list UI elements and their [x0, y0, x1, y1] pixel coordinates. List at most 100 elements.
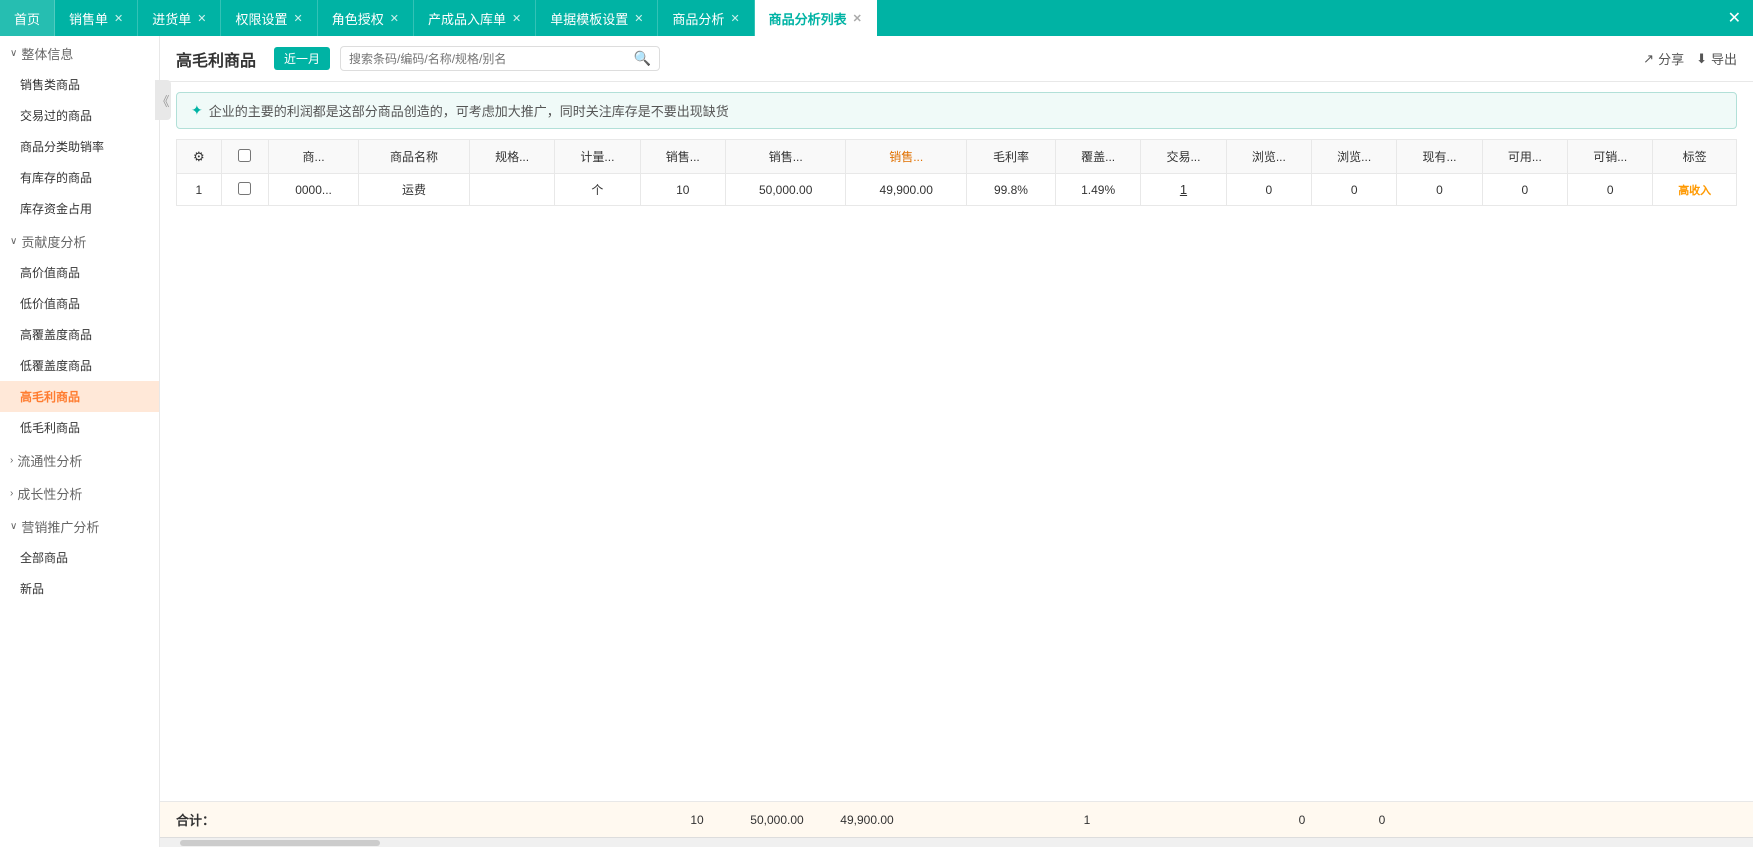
cell-code: 0000... [268, 174, 358, 206]
tab-item[interactable]: 商品分析 ✕ [658, 0, 754, 36]
col-code[interactable]: 商... [268, 140, 358, 174]
tab-close-icon[interactable]: ✕ [853, 12, 862, 25]
search-icon[interactable]: 🔍 [634, 50, 651, 67]
sidebar-item[interactable]: 销售类商品 [0, 69, 159, 100]
sidebar-item[interactable]: 高毛利商品 [0, 381, 159, 412]
select-all-checkbox[interactable] [238, 149, 251, 162]
date-filter-button[interactable]: 近一月 [274, 47, 330, 70]
col-spec[interactable]: 规格... [469, 140, 554, 174]
bottom-scrollbar[interactable] [160, 837, 1753, 847]
footer-coverage-space [982, 813, 1052, 827]
info-text: 企业的主要的利润都是这部分商品创造的，可考虑加大推广，同时关注库存是不要出现缺货 [209, 101, 729, 120]
sidebar-item[interactable]: 商品分类助销率 [0, 131, 159, 162]
group-arrow-icon: ∨ [10, 236, 17, 247]
sidebar-collapse-button[interactable]: 《 [155, 80, 171, 120]
col-tag[interactable]: 标签 [1653, 140, 1737, 174]
group-arrow-icon: › [10, 455, 13, 466]
sidebar-group-header[interactable]: ›成长性分析 [0, 476, 159, 509]
sidebar-item[interactable]: 低毛利商品 [0, 412, 159, 443]
collapse-icon: 《 [156, 91, 169, 110]
cell-coverage: 1.49% [1055, 174, 1140, 206]
tab-close-icon[interactable]: ✕ [390, 12, 399, 25]
tab-close-icon[interactable]: ✕ [634, 12, 643, 25]
tab-item[interactable]: 进货单 ✕ [138, 0, 221, 36]
col-check[interactable] [221, 140, 268, 174]
tab-item[interactable]: 权限设置✕ [221, 0, 317, 36]
sidebar-item[interactable]: 高覆盖度商品 [0, 319, 159, 350]
tab-item[interactable]: 商品分析列表 ✕ [755, 0, 877, 36]
col-browse2[interactable]: 浏览... [1312, 140, 1397, 174]
tab-label: 单据模板设置 [550, 9, 628, 28]
export-label: 导出 [1711, 49, 1737, 68]
cell-current-stock: 0 [1397, 174, 1482, 206]
info-icon: ✦ [191, 102, 203, 119]
share-icon: ↗ [1643, 51, 1654, 67]
tab-bar: 首页销售单✕进货单✕权限设置✕角色授权✕产成品入库单✕单据模板设置✕商品分析✕商… [0, 0, 1753, 36]
tab-label: 商品分析 [672, 9, 724, 28]
footer-spec-space [512, 813, 592, 827]
col-available[interactable]: 可用... [1482, 140, 1567, 174]
col-browse1[interactable]: 浏览... [1226, 140, 1311, 174]
tab-item[interactable]: 角色授权✕ [318, 0, 414, 36]
tab-item[interactable]: 首页 [0, 0, 55, 36]
col-unit[interactable]: 计量... [555, 140, 640, 174]
tab-close-icon[interactable]: ✕ [512, 12, 521, 25]
sidebar-group-header[interactable]: ∨营销推广分析 [0, 509, 159, 542]
tab-close-icon[interactable]: ✕ [730, 12, 739, 25]
sidebar-item[interactable]: 有库存的商品 [0, 162, 159, 193]
sidebar-group-header[interactable]: › 流通性分析 [0, 443, 159, 476]
sidebar-item[interactable]: 高价值商品 [0, 257, 159, 288]
footer-summary: 合计： 10 50,000.00 49,900.00 1 0 0 [160, 801, 1753, 837]
sidebar-group-header[interactable]: ∨整体信息 [0, 36, 159, 69]
sidebar: ∨整体信息销售类商品交易过的商品商品分类助销率有库存的商品库存资金占用∨贡献度分… [0, 36, 160, 847]
share-label: 分享 [1658, 49, 1684, 68]
col-margin-rate[interactable]: 毛利率 [966, 140, 1055, 174]
col-sales-amount[interactable]: 销售... [725, 140, 846, 174]
sidebar-group-header[interactable]: ∨贡献度分析 [0, 224, 159, 257]
cell-name: 运费 [359, 174, 470, 206]
export-button[interactable]: ⬇ 导出 [1696, 49, 1737, 68]
tab-label: 进货单 [152, 9, 191, 28]
main-layout: ∨整体信息销售类商品交易过的商品商品分类助销率有库存的商品库存资金占用∨贡献度分… [0, 36, 1753, 847]
col-trade-count[interactable]: 交易... [1141, 140, 1226, 174]
col-current-stock[interactable]: 现有... [1397, 140, 1482, 174]
tab-item[interactable]: 销售单 ✕ [55, 0, 138, 36]
row-checkbox[interactable] [238, 182, 251, 195]
footer-spacer2 [276, 813, 312, 827]
col-name[interactable]: 商品名称 [359, 140, 470, 174]
tab-item[interactable]: 单据模板设置 ✕ [536, 0, 658, 36]
tab-label: 销售单 [69, 9, 108, 28]
share-button[interactable]: ↗ 分享 [1643, 49, 1684, 68]
table-row: 10000...运费个1050,000.0049,900.0099.8%1.49… [177, 174, 1737, 206]
col-coverage[interactable]: 覆盖... [1055, 140, 1140, 174]
col-sales-profit[interactable]: 销售... [846, 140, 967, 174]
data-table: ⚙ 商... 商品名称 规格... 计量... 销售... 销售... 销售..… [176, 139, 1737, 206]
content-area: 高毛利商品 近一月 🔍 ↗ 分享 ⬇ 导出 ✦ 企业的主要的利润都是这部分商品创… [160, 36, 1753, 847]
sidebar-group-label: 流通性分析 [17, 451, 82, 470]
settings-icon[interactable]: ⚙ [193, 149, 205, 164]
sidebar-item[interactable]: 低覆盖度商品 [0, 350, 159, 381]
scroll-thumb[interactable] [180, 840, 380, 846]
col-sales-count[interactable]: 销售... [640, 140, 725, 174]
window-close-icon[interactable]: ✕ [1728, 8, 1741, 28]
sidebar-group-label: 整体信息 [21, 44, 73, 63]
cell-unit: 个 [555, 174, 640, 206]
header-actions: ↗ 分享 ⬇ 导出 [1643, 49, 1737, 68]
page-title: 高毛利商品 [176, 47, 256, 71]
col-sellable[interactable]: 可销... [1568, 140, 1653, 174]
tab-close-icon[interactable]: ✕ [294, 12, 303, 25]
sidebar-item[interactable]: 全部商品 [0, 542, 159, 573]
tab-close-icon[interactable]: ✕ [114, 12, 123, 25]
tab-label: 商品分析列表 [769, 9, 847, 28]
col-settings[interactable]: ⚙ [177, 140, 222, 174]
tab-close-icon[interactable]: ✕ [197, 12, 206, 25]
cell-sellable: 0 [1568, 174, 1653, 206]
sidebar-item[interactable]: 交易过的商品 [0, 100, 159, 131]
cell-check[interactable] [221, 174, 268, 206]
sidebar-item[interactable]: 新品 [0, 573, 159, 604]
sidebar-item[interactable]: 低价值商品 [0, 288, 159, 319]
cell-trade-count[interactable]: 1 [1141, 174, 1226, 206]
sidebar-item[interactable]: 库存资金占用 [0, 193, 159, 224]
tab-item[interactable]: 产成品入库单✕ [414, 0, 536, 36]
search-input[interactable] [349, 52, 634, 66]
